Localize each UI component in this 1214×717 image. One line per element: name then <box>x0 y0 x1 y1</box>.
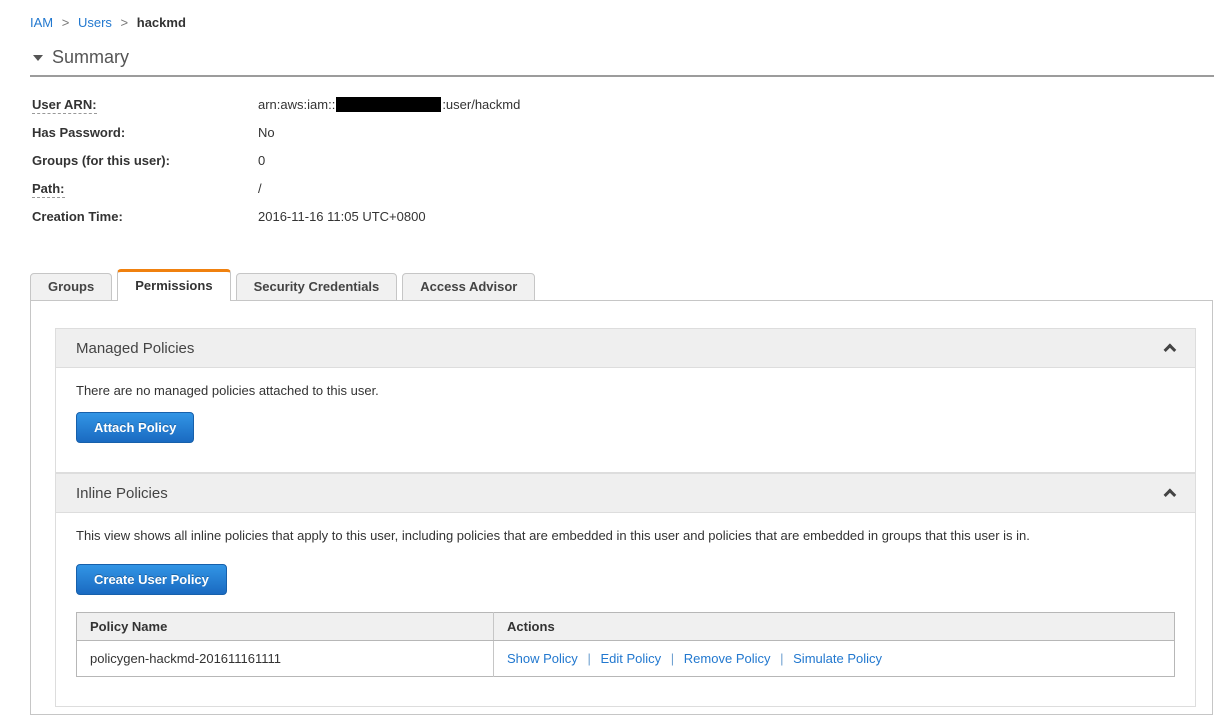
summary-divider <box>30 75 1214 77</box>
triangle-down-icon[interactable] <box>33 54 43 61</box>
table-header-row: Policy Name Actions <box>76 612 1175 641</box>
has-password-label: Has Password: <box>32 124 126 140</box>
managed-policies-section: Managed Policies There are no managed po… <box>55 328 1196 473</box>
chevron-up-icon[interactable] <box>1163 343 1177 356</box>
arn-prefix: arn:aws:iam:: <box>258 96 336 112</box>
edit-policy-link[interactable]: Edit Policy <box>600 651 661 666</box>
arn-suffix: :user/hackmd <box>442 96 521 112</box>
tab-permissions[interactable]: Permissions <box>117 269 231 301</box>
remove-policy-link[interactable]: Remove Policy <box>684 651 771 666</box>
summary-row-creation-time: Creation Time: 2016-11-16 11:05 UTC+0800 <box>32 202 1214 230</box>
user-arn-label[interactable]: User ARN: <box>32 96 258 114</box>
summary-row-user-arn: User ARN: arn:aws:iam:: :user/hackmd <box>32 90 1214 118</box>
summary-row-groups: Groups (for this user): 0 <box>32 146 1214 174</box>
inline-policies-body: This view shows all inline policies that… <box>56 513 1195 706</box>
actions-column-header: Actions <box>493 612 1175 641</box>
managed-policies-title: Managed Policies <box>76 339 195 357</box>
user-arn-value: arn:aws:iam:: :user/hackmd <box>258 96 521 112</box>
path-value: / <box>258 180 262 196</box>
inline-policies-title: Inline Policies <box>76 484 168 502</box>
tab-bar: Groups Permissions Security Credentials … <box>30 269 1214 301</box>
inline-policies-description: This view shows all inline policies that… <box>76 528 1030 543</box>
action-separator: | <box>780 651 784 666</box>
redaction-box <box>336 96 442 112</box>
breadcrumb-separator: > <box>120 15 129 30</box>
path-label[interactable]: Path: <box>32 180 258 198</box>
inline-policies-table: Policy Name Actions policygen-hackmd-201… <box>76 612 1175 677</box>
create-user-policy-button[interactable]: Create User Policy <box>76 564 227 595</box>
breadcrumb-current-user: hackmd <box>136 15 186 30</box>
tab-access-advisor[interactable]: Access Advisor <box>402 273 536 301</box>
policy-actions-cell: Show Policy | Edit Policy | Remove Polic… <box>493 640 1175 677</box>
action-separator: | <box>670 651 675 666</box>
breadcrumb-link-iam[interactable]: IAM <box>30 15 53 30</box>
summary-title: Summary <box>52 47 130 67</box>
summary-row-has-password: Has Password: No <box>32 118 1214 146</box>
policy-name-cell: policygen-hackmd-201611161111 <box>76 640 494 677</box>
attach-policy-button[interactable]: Attach Policy <box>76 412 195 443</box>
summary-row-path: Path: / <box>32 174 1214 202</box>
breadcrumb-separator: > <box>61 15 70 30</box>
show-policy-link[interactable]: Show Policy <box>507 651 578 666</box>
summary-section-header: Summary <box>33 47 1214 68</box>
tab-security-credentials[interactable]: Security Credentials <box>235 273 398 301</box>
tab-groups[interactable]: Groups <box>30 273 113 301</box>
policy-name-column-header: Policy Name <box>76 612 494 641</box>
breadcrumb: IAM > Users > hackmd <box>30 15 1214 30</box>
table-row: policygen-hackmd-201611161111 Show Polic… <box>76 640 1175 677</box>
simulate-policy-link[interactable]: Simulate Policy <box>793 651 882 666</box>
groups-value: 0 <box>258 152 266 168</box>
permissions-tab-panel: Managed Policies There are no managed po… <box>30 300 1213 715</box>
breadcrumb-link-users[interactable]: Users <box>78 15 112 30</box>
creation-time-value: 2016-11-16 11:05 UTC+0800 <box>258 208 426 224</box>
inline-policies-header[interactable]: Inline Policies <box>56 474 1195 513</box>
summary-fields: User ARN: arn:aws:iam:: :user/hackmd Has… <box>32 90 1214 230</box>
managed-policies-body: There are no managed policies attached t… <box>56 368 1195 472</box>
creation-time-label: Creation Time: <box>32 208 123 224</box>
managed-policies-empty-text: There are no managed policies attached t… <box>76 383 379 398</box>
inline-policies-section: Inline Policies This view shows all inli… <box>55 473 1196 707</box>
has-password-value: No <box>258 124 275 140</box>
managed-policies-header[interactable]: Managed Policies <box>56 329 1195 368</box>
action-separator: | <box>587 651 591 666</box>
chevron-up-icon[interactable] <box>1163 488 1177 501</box>
groups-label: Groups (for this user): <box>32 152 170 168</box>
